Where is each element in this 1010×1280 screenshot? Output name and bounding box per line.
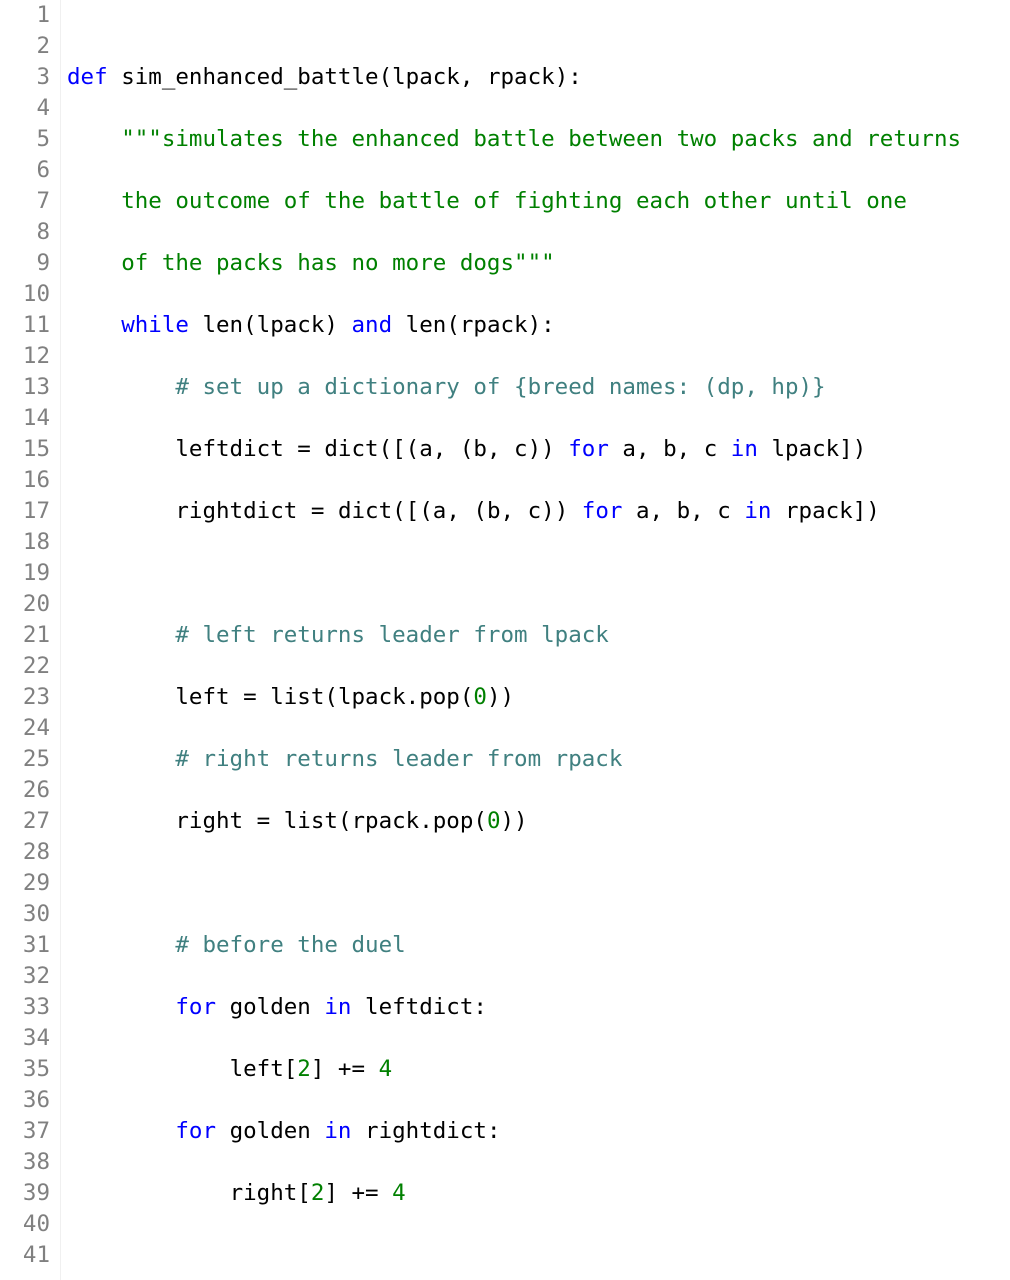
line-number: 21 [0, 620, 50, 651]
code-line: # right returns leader from rpack [67, 744, 961, 775]
line-number: 4 [0, 93, 50, 124]
line-number: 26 [0, 775, 50, 806]
line-number: 27 [0, 806, 50, 837]
code-line: # set up a dictionary of {breed names: (… [67, 372, 961, 403]
line-number: 5 [0, 124, 50, 155]
code-line: for golden in leftdict: [67, 992, 961, 1023]
code-line: the outcome of the battle of fighting ea… [67, 186, 961, 217]
line-number: 24 [0, 713, 50, 744]
line-number: 1 [0, 0, 50, 31]
line-number: 23 [0, 682, 50, 713]
code-line: def sim_enhanced_battle(lpack, rpack): [67, 62, 961, 93]
comment: # left returns leader from lpack [175, 622, 608, 648]
code-line: """simulates the enhanced battle between… [67, 124, 961, 155]
line-number: 33 [0, 992, 50, 1023]
line-number: 10 [0, 279, 50, 310]
code-line [67, 558, 961, 589]
line-number: 15 [0, 434, 50, 465]
line-number: 8 [0, 217, 50, 248]
line-number: 11 [0, 310, 50, 341]
code-line [67, 1240, 961, 1271]
code-line: rightdict = dict([(a, (b, c)) for a, b, … [67, 496, 961, 527]
comment: # right returns leader from rpack [175, 746, 622, 772]
line-number: 13 [0, 372, 50, 403]
line-number: 20 [0, 589, 50, 620]
code-line: leftdict = dict([(a, (b, c)) for a, b, c… [67, 434, 961, 465]
line-number: 2 [0, 31, 50, 62]
line-number: 36 [0, 1085, 50, 1116]
line-number: 22 [0, 651, 50, 682]
line-number: 3 [0, 62, 50, 93]
code-line: left = list(lpack.pop(0)) [67, 682, 961, 713]
code-editor: 1234567891011121314151617181920212223242… [0, 0, 1010, 1280]
line-number: 31 [0, 930, 50, 961]
line-number: 7 [0, 186, 50, 217]
line-number: 12 [0, 341, 50, 372]
code-line: right = list(rpack.pop(0)) [67, 806, 961, 837]
code-line: left[2] += 4 [67, 1054, 961, 1085]
function-name: sim_enhanced_battle [121, 64, 378, 90]
line-number: 37 [0, 1116, 50, 1147]
comment: # set up a dictionary of {breed names: (… [175, 374, 825, 400]
line-number: 41 [0, 1240, 50, 1271]
code-line: # left returns leader from lpack [67, 620, 961, 651]
line-number: 6 [0, 155, 50, 186]
line-number: 25 [0, 744, 50, 775]
code-area: def sim_enhanced_battle(lpack, rpack): "… [61, 0, 961, 1280]
line-number: 30 [0, 899, 50, 930]
line-number: 40 [0, 1209, 50, 1240]
line-number: 39 [0, 1178, 50, 1209]
line-number: 19 [0, 558, 50, 589]
keyword-def: def [67, 64, 108, 90]
docstring: of the packs has no more dogs""" [121, 250, 554, 276]
line-number-gutter: 1234567891011121314151617181920212223242… [0, 0, 61, 1280]
docstring: """simulates the enhanced battle between… [121, 126, 961, 152]
docstring: the outcome of the battle of fighting ea… [121, 188, 907, 214]
line-number: 38 [0, 1147, 50, 1178]
line-number: 35 [0, 1054, 50, 1085]
line-number: 18 [0, 527, 50, 558]
line-number: 29 [0, 868, 50, 899]
code-line: while len(lpack) and len(rpack): [67, 310, 961, 341]
line-number: 34 [0, 1023, 50, 1054]
line-number: 17 [0, 496, 50, 527]
line-number: 16 [0, 465, 50, 496]
line-number: 9 [0, 248, 50, 279]
line-number: 28 [0, 837, 50, 868]
code-line: right[2] += 4 [67, 1178, 961, 1209]
code-line: of the packs has no more dogs""" [67, 248, 961, 279]
code-line: # before the duel [67, 930, 961, 961]
code-line [67, 868, 961, 899]
line-number: 14 [0, 403, 50, 434]
line-number: 32 [0, 961, 50, 992]
code-line: for golden in rightdict: [67, 1116, 961, 1147]
comment: # before the duel [175, 932, 405, 958]
